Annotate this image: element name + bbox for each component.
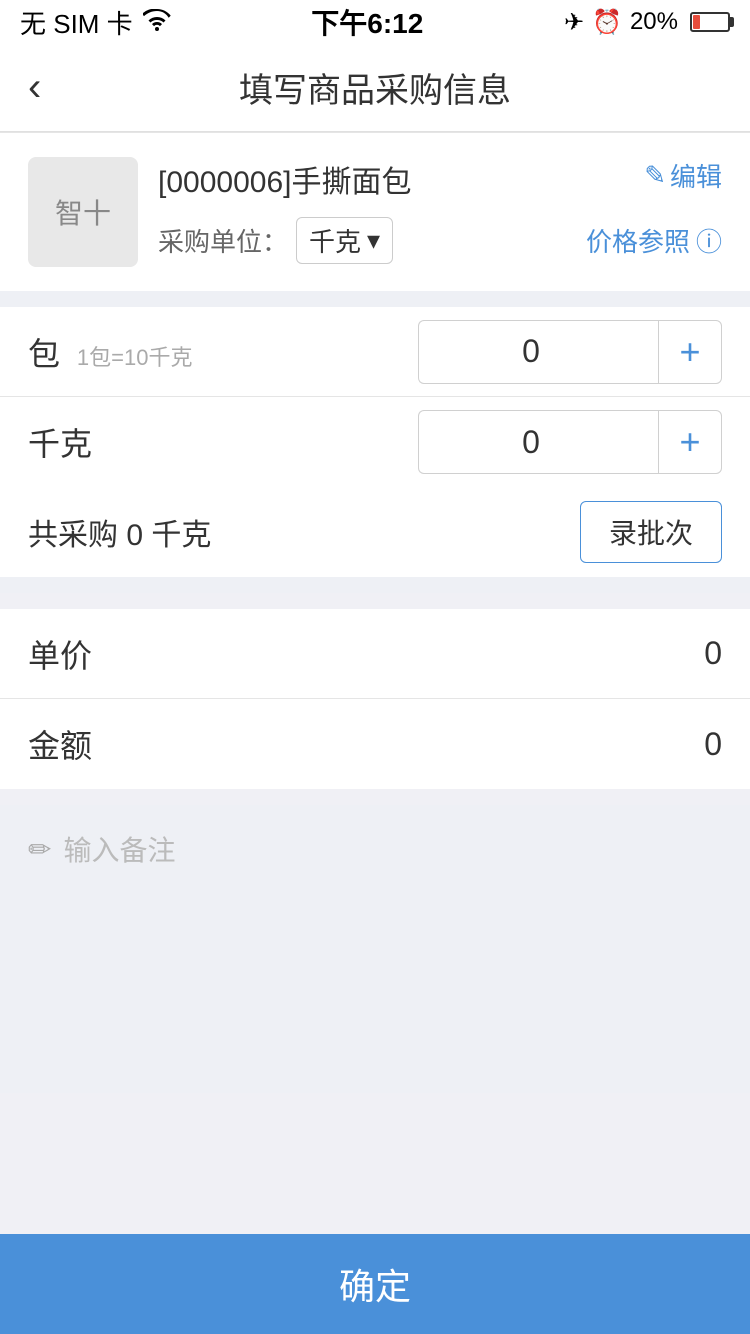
product-name: [0000006]手撕面包 [158, 157, 411, 201]
amount-row: 金额 0 [0, 699, 750, 789]
unit-price-value: 0 [704, 635, 722, 672]
back-button[interactable]: ‹ [28, 65, 41, 110]
bag-label: 包 1包=10千克 [28, 329, 192, 375]
remark-section[interactable]: ✏ 输入备注 [0, 805, 750, 893]
product-header: [0000006]手撕面包 ✎ 编辑 [158, 157, 722, 201]
summary-row: 共采购 0 千克 录批次 [0, 487, 750, 577]
bottom-spacer [0, 893, 750, 1093]
section-divider-1 [0, 291, 750, 307]
product-info: [0000006]手撕面包 ✎ 编辑 采购单位： 千克 ▾ 价格参照 ⓘ [158, 157, 722, 264]
help-icon: ⓘ [696, 222, 722, 259]
battery-percent: 20% [630, 8, 678, 36]
kg-plus-button[interactable]: + [658, 410, 722, 474]
edit-button[interactable]: ✎ 编辑 [644, 157, 722, 194]
status-bar: 无 SIM 卡 下午6:12 ✈ ⏰ 20% [0, 0, 750, 44]
product-card: 智十 [0000006]手撕面包 ✎ 编辑 采购单位： 千克 ▾ [0, 133, 750, 291]
status-left: 无 SIM 卡 [20, 4, 171, 41]
unit-label: 采购单位： 千克 ▾ [158, 217, 393, 264]
remark-placeholder: 输入备注 [63, 829, 175, 869]
bag-input-group: + [418, 320, 722, 384]
price-ref-button[interactable]: 价格参照 ⓘ [586, 222, 722, 259]
confirm-button[interactable]: 确定 [0, 1234, 750, 1334]
status-time: 下午6:12 [311, 2, 423, 42]
carrier-label: 无 SIM 卡 [20, 4, 133, 41]
section-divider-2 [0, 577, 750, 593]
price-section: 单价 0 金额 0 [0, 609, 750, 789]
bag-quantity-input[interactable] [418, 320, 658, 384]
product-image: 智十 [28, 157, 138, 267]
bag-plus-button[interactable]: + [658, 320, 722, 384]
unit-price-label: 单价 [28, 631, 92, 677]
battery-icon [690, 12, 730, 32]
main-content: 智十 [0000006]手撕面包 ✎ 编辑 采购单位： 千克 ▾ [0, 133, 750, 1193]
kg-input-group: + [418, 410, 722, 474]
alarm-icon: ⏰ [592, 8, 622, 37]
nav-bar: ‹ 填写商品采购信息 [0, 44, 750, 132]
wifi-icon [143, 7, 171, 38]
kg-quantity-input[interactable] [418, 410, 658, 474]
kg-input-row: 千克 + [0, 397, 750, 487]
bag-input-row: 包 1包=10千克 + [0, 307, 750, 397]
amount-label: 金额 [28, 721, 92, 767]
edit-label: 编辑 [670, 157, 722, 194]
unit-price-row: 单价 0 [0, 609, 750, 699]
page-title: 填写商品采购信息 [239, 63, 511, 112]
summary-text: 共采购 0 千克 [28, 510, 211, 554]
unit-selector[interactable]: 千克 ▾ [296, 217, 393, 264]
pencil-icon: ✏ [28, 833, 51, 866]
product-logo: 智十 [55, 192, 111, 232]
chevron-down-icon: ▾ [367, 225, 380, 256]
status-right: ✈ ⏰ 20% [564, 8, 730, 37]
input-section: 包 1包=10千克 + 千克 + [0, 307, 750, 487]
kg-label: 千克 [28, 419, 92, 465]
location-icon: ✈ [564, 8, 584, 37]
amount-value: 0 [704, 726, 722, 763]
product-unit-row: 采购单位： 千克 ▾ 价格参照 ⓘ [158, 217, 722, 264]
edit-icon: ✎ [644, 160, 666, 191]
batch-button[interactable]: 录批次 [580, 501, 722, 563]
bag-sub: 1包=10千克 [77, 345, 193, 370]
